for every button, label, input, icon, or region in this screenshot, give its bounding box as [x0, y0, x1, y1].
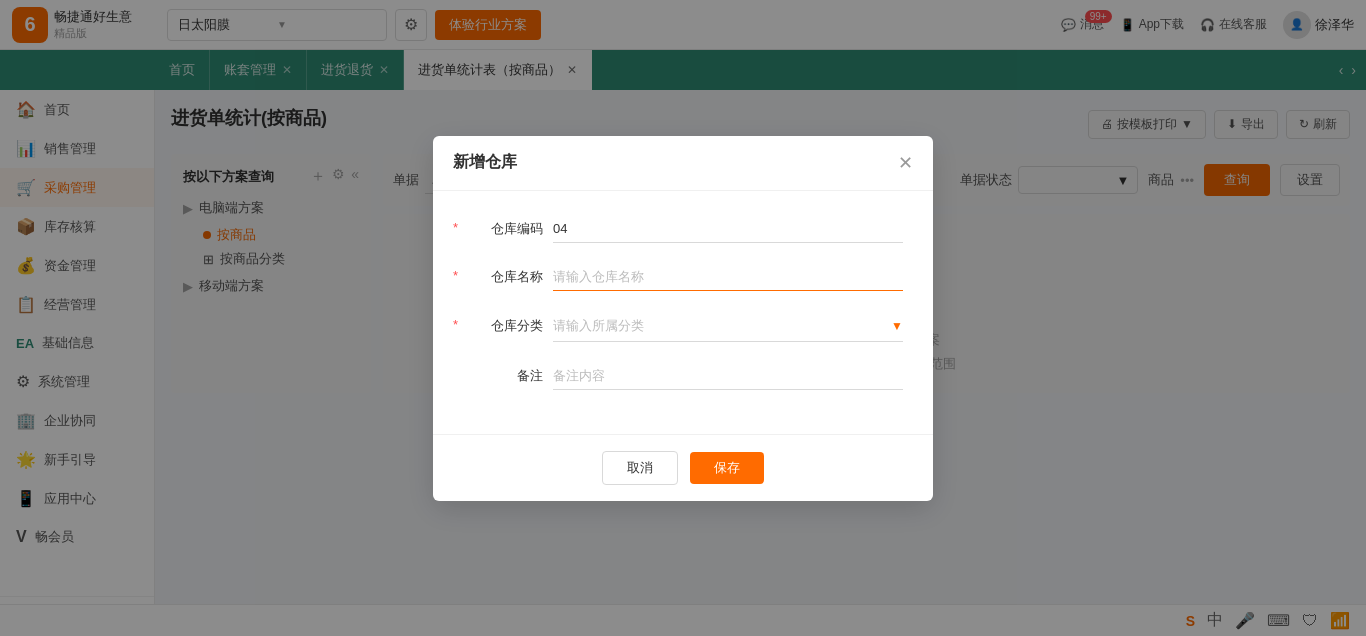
save-button[interactable]: 保存 [690, 452, 764, 484]
warehouse-name-row: 仓库名称 [463, 263, 903, 291]
modal-title: 新增仓库 [453, 152, 517, 173]
name-label: 仓库名称 [463, 268, 543, 286]
warehouse-remark-row: 备注 [463, 362, 903, 390]
modal-header: 新增仓库 ✕ [433, 136, 933, 191]
modal-footer: 取消 保存 [433, 434, 933, 501]
warehouse-code-row: 仓库编码 [463, 215, 903, 243]
remark-label: 备注 [463, 367, 543, 385]
add-warehouse-modal: 新增仓库 ✕ 仓库编码 仓库名称 仓库分类 请输入所属分类 ▼ [433, 136, 933, 501]
warehouse-category-select[interactable]: 请输入所属分类 ▼ [553, 311, 903, 342]
code-label: 仓库编码 [463, 220, 543, 238]
modal-close-button[interactable]: ✕ [898, 152, 913, 174]
category-dropdown-icon: ▼ [891, 319, 903, 333]
category-label: 仓库分类 [463, 317, 543, 335]
warehouse-name-input[interactable] [553, 263, 903, 291]
modal-overlay: 新增仓库 ✕ 仓库编码 仓库名称 仓库分类 请输入所属分类 ▼ [0, 0, 1366, 636]
warehouse-category-row: 仓库分类 请输入所属分类 ▼ [463, 311, 903, 342]
cancel-button[interactable]: 取消 [602, 451, 678, 485]
modal-body: 仓库编码 仓库名称 仓库分类 请输入所属分类 ▼ 备注 [433, 191, 933, 434]
warehouse-remark-input[interactable] [553, 362, 903, 390]
warehouse-code-input[interactable] [553, 215, 903, 243]
